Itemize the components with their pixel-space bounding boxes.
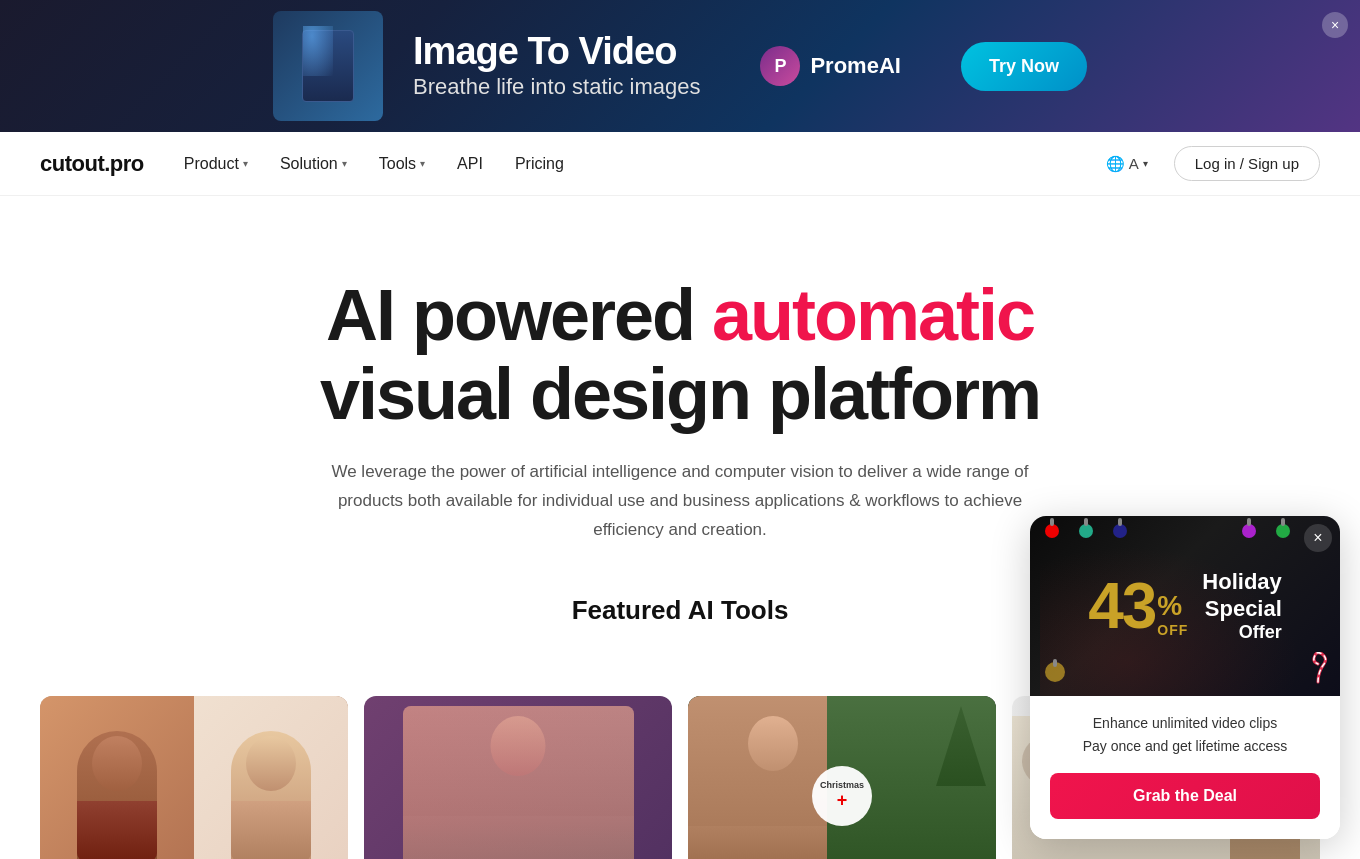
popup-percent-value: 43 [1088,574,1155,638]
popup-desc-line2: Pay once and get lifetime access [1083,738,1288,754]
translate-icon: 🌐 [1106,155,1125,173]
chevron-down-icon: ▾ [420,158,425,169]
christmas-badge: Christmas + [812,766,872,826]
hero-title-highlight: automatic [712,275,1034,355]
nav-item-solution[interactable]: Solution ▾ [280,155,347,173]
hero-title-plain: AI powered [326,275,712,355]
logo[interactable]: cutout.pro [40,151,144,177]
login-signup-button[interactable]: Log in / Sign up [1174,146,1320,181]
popup-desc-line1: Enhance unlimited video clips [1093,715,1277,731]
hero-title-line2: visual design platform [320,354,1040,434]
navbar: cutout.pro Product ▾ Solution ▾ Tools ▾ … [0,132,1360,196]
popup-percent-block: 43 % OFF [1088,574,1188,638]
ad-sub-text: Breathe life into static images [413,74,700,100]
candy-cane-icon [1306,652,1330,687]
nav-api-label: API [457,155,483,173]
nav-pricing-label: Pricing [515,155,564,173]
popup-holiday-line3: Offer [1202,622,1281,643]
popup-description: Enhance unlimited video clips Pay once a… [1050,712,1320,757]
tool-card-portrait[interactable] [40,696,348,859]
card-right-half [194,696,348,859]
christmas-label: Christmas [820,781,864,791]
nav-tools-label: Tools [379,155,416,173]
ad-logo-name: PromeAI [810,53,900,79]
ad-logo-icon: P [760,46,800,86]
popup-percent-sign: % [1157,590,1182,622]
ad-product-image [273,11,383,121]
tool-card-christmas[interactable]: Christmas + [688,696,996,859]
ad-try-button[interactable]: Try Now [961,42,1087,91]
chevron-down-icon: ▾ [1143,158,1148,169]
card-left-half [40,696,194,859]
ad-logo: P PromeAI [760,46,900,86]
hero-subtitle: We leverage the power of artificial inte… [330,458,1030,545]
popup-off-label: OFF [1157,622,1188,638]
nav-product-label: Product [184,155,239,173]
nav-item-api[interactable]: API [457,155,483,173]
navbar-right: 🌐 A ▾ Log in / Sign up [1096,146,1320,181]
ad-close-button[interactable]: × [1322,12,1348,38]
popup-body: Enhance unlimited video clips Pay once a… [1030,696,1340,839]
popup-banner: 43 % OFF Holiday Special Offer [1030,516,1340,696]
ornament-gold-icon [1040,654,1070,684]
popup-holiday-text: Holiday Special Offer [1202,569,1281,643]
hero-title: AI powered automatic visual design platf… [230,276,1130,434]
nav-solution-label: Solution [280,155,338,173]
popup-holiday-line2: Special [1202,596,1281,622]
plus-icon: + [837,790,848,811]
language-button[interactable]: 🌐 A ▾ [1096,149,1158,179]
chevron-down-icon: ▾ [342,158,347,169]
grab-deal-button[interactable]: Grab the Deal [1050,773,1320,819]
ad-banner: Image To Video Breathe life into static … [0,0,1360,132]
popup-overlay: 43 % OFF Holiday Special Offer [1030,516,1340,839]
nav-menu: Product ▾ Solution ▾ Tools ▾ API Pricing [184,155,1056,173]
nav-item-tools[interactable]: Tools ▾ [379,155,425,173]
nav-item-pricing[interactable]: Pricing [515,155,564,173]
popup-holiday-line1: Holiday [1202,569,1281,595]
svg-rect-1 [1053,659,1057,667]
lang-label: A [1129,155,1139,172]
ad-main-text: Image To Video [413,32,700,70]
nav-item-product[interactable]: Product ▾ [184,155,248,173]
chevron-down-icon: ▾ [243,158,248,169]
tool-card-face-retouch[interactable] [364,696,672,859]
ad-text: Image To Video Breathe life into static … [413,32,700,100]
